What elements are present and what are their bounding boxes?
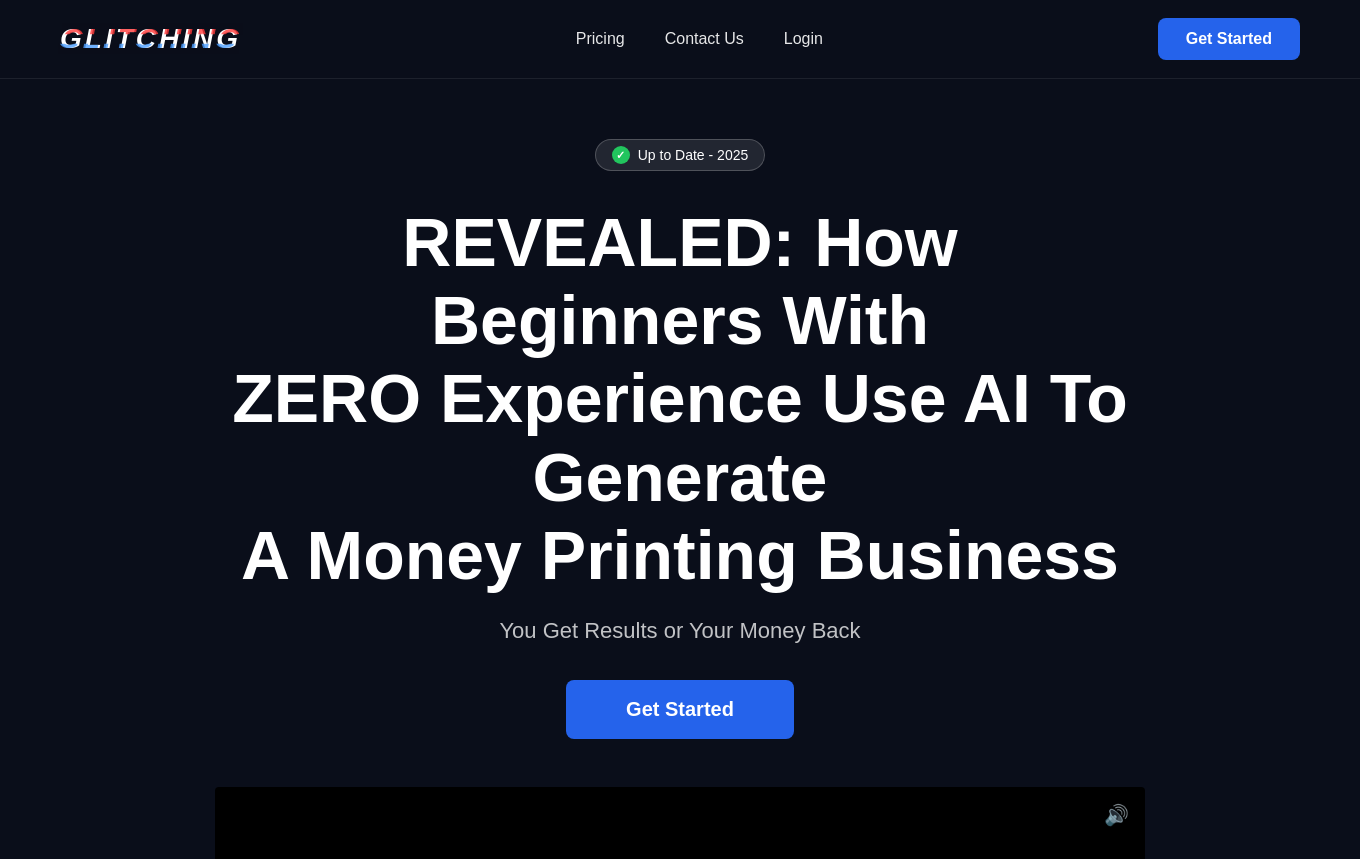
nav-link-contact[interactable]: Contact Us bbox=[665, 30, 744, 47]
nav-links: Pricing Contact Us Login bbox=[576, 30, 823, 48]
hero-title-line3: A Money Printing Business bbox=[241, 517, 1119, 593]
nav-item-contact[interactable]: Contact Us bbox=[665, 30, 744, 48]
video-player[interactable]: 🔊 bbox=[215, 787, 1145, 859]
hero-subtitle: You Get Results or Your Money Back bbox=[499, 618, 860, 644]
check-icon bbox=[612, 146, 630, 164]
hero-title-line1: REVEALED: How Beginners With bbox=[402, 204, 957, 358]
up-to-date-badge: Up to Date - 2025 bbox=[595, 139, 766, 171]
hero-title-line2: ZERO Experience Use AI To Generate bbox=[232, 360, 1128, 514]
nav-get-started-button[interactable]: Get Started bbox=[1158, 18, 1300, 60]
logo[interactable]: GLITCHING bbox=[60, 23, 241, 55]
hero-get-started-button[interactable]: Get Started bbox=[566, 680, 794, 739]
nav-link-login[interactable]: Login bbox=[784, 30, 823, 47]
nav-item-login[interactable]: Login bbox=[784, 30, 823, 48]
badge-label: Up to Date - 2025 bbox=[638, 147, 749, 163]
hero-title: REVEALED: How Beginners With ZERO Experi… bbox=[230, 203, 1130, 594]
navbar: GLITCHING Pricing Contact Us Login Get S… bbox=[0, 0, 1360, 79]
sound-icon[interactable]: 🔊 bbox=[1104, 803, 1129, 827]
nav-link-pricing[interactable]: Pricing bbox=[576, 30, 625, 47]
hero-section: Up to Date - 2025 REVEALED: How Beginner… bbox=[0, 79, 1360, 859]
nav-item-pricing[interactable]: Pricing bbox=[576, 30, 625, 48]
